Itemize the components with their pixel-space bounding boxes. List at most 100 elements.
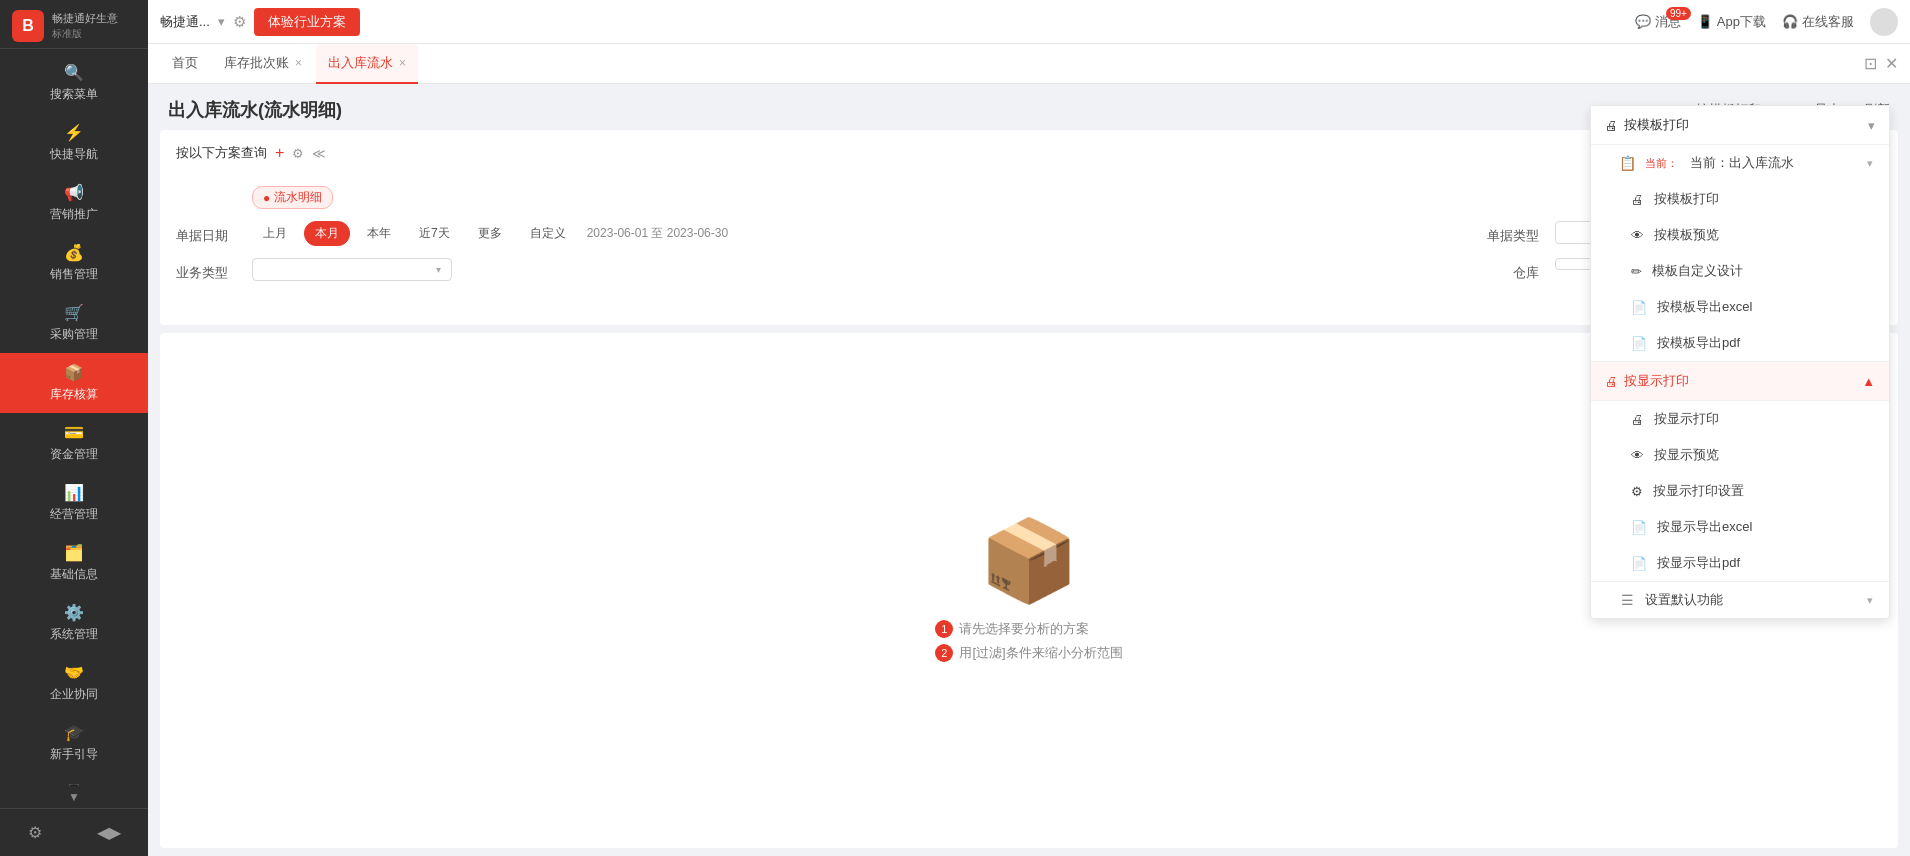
current-label: 当前： [1645,156,1678,171]
online-service-btn[interactable]: 🎧 在线客服 [1782,13,1854,31]
template-preview-item[interactable]: 👁 按模板预览 [1591,217,1889,253]
print-dropdown-panel: 🖨 按模板打印 ▾ 📋 当前： 当前：出入库流水 ▾ 🖨 按模板打印 👁 按模板… [1590,105,1890,619]
printer-section-icon: 🖨 [1605,118,1618,133]
app-name: 畅捷通好生意 [52,11,118,26]
display-preview-item[interactable]: 👁 按显示预览 [1591,437,1889,473]
filter-collapse-btn[interactable]: ≪ [312,146,326,161]
settings-gear-icon[interactable]: ⚙ [233,13,246,31]
step-2-text: 用[过滤]条件来缩小分析范围 [959,644,1122,662]
base-info-icon: 🗂️ [64,543,84,562]
step-2-num: 2 [935,644,953,662]
sidebar-item-sales[interactable]: 💰 销售管理 [0,233,148,293]
template-print-item[interactable]: 🖨 按模板打印 [1591,181,1889,217]
sidebar-item-label: 系统管理 [50,626,98,643]
phone-icon: 📱 [1697,14,1713,29]
sidebar-item-app-center[interactable]: 📱 应用中心 [0,773,148,786]
display-print-item[interactable]: 🖨 按显示打印 [1591,401,1889,437]
filter-settings-btn[interactable]: ⚙ [292,146,304,161]
tab-home[interactable]: 首页 [160,44,210,84]
close-window-icon[interactable]: ✕ [1885,54,1898,73]
app-download-btn[interactable]: 📱 App下载 [1697,13,1766,31]
marketing-icon: 📢 [64,183,84,202]
step-1-num: 1 [935,620,953,638]
default-settings-chevron: ▾ [1867,594,1873,607]
header-right: 💬 消息 99+ 📱 App下载 🎧 在线客服 [1635,8,1898,36]
sidebar-item-label: 采购管理 [50,326,98,343]
settings-footer-icon[interactable]: ⚙ [24,819,46,846]
biz-type-label: 业务类型 [176,258,236,282]
sidebar-item-newbie[interactable]: 🎓 新手引导 [0,713,148,773]
collapse-sidebar-icon[interactable]: ◀▶ [93,819,125,846]
sidebar-footer: ⚙ ◀▶ [0,808,148,856]
app-version: 标准版 [52,27,118,41]
minimize-icon[interactable]: ⊡ [1864,54,1877,73]
tab-stock-batch[interactable]: 库存批次账 × [212,44,314,84]
display-export-excel-item[interactable]: 📄 按显示导出excel [1591,509,1889,545]
date-opt-more[interactable]: 更多 [467,221,513,246]
sidebar-item-search[interactable]: 🔍 搜索菜单 [0,53,148,113]
sidebar-nav: 🔍 搜索菜单 ⚡ 快捷导航 📢 营销推广 💰 销售管理 🛒 采购管理 📦 [0,49,148,786]
warehouse-label: 仓库 [1513,258,1539,282]
display-print-settings-item[interactable]: ⚙ 按显示打印设置 [1591,473,1889,509]
newbie-icon: 🎓 [64,723,84,742]
sidebar-scroll-down[interactable]: ▼ [0,786,148,808]
sidebar-item-operations[interactable]: 📊 经营管理 [0,473,148,533]
date-opt-custom[interactable]: 自定义 [519,221,577,246]
doc-type-label: 单据类型 [1487,221,1539,245]
search-nav-icon: 🔍 [64,63,84,82]
display-print-label: 按显示打印 [1654,410,1719,428]
display-section-label: 按显示打印 [1624,372,1689,390]
date-opt-last-month[interactable]: 上月 [252,221,298,246]
date-opt-this-year[interactable]: 本年 [356,221,402,246]
template-customize-item[interactable]: ✏ 模板自定义设计 [1591,253,1889,289]
user-name: 畅捷通... [160,13,210,31]
app-logo: B 畅捷通好生意 标准版 [0,0,148,49]
date-opt-last-7[interactable]: 近7天 [408,221,461,246]
template-export-excel-icon: 📄 [1631,300,1647,315]
empty-state: 📦 1 请先选择要分析的方案 2 用[过滤]条件来缩小分析范围 [935,514,1122,668]
sidebar-item-system[interactable]: ⚙️ 系统管理 [0,593,148,653]
display-section-chevron[interactable]: ▲ [1862,374,1875,389]
sidebar-item-label: 营销推广 [50,206,98,223]
app-center-icon: 📱 [64,783,84,786]
display-print-settings-icon: ⚙ [1631,484,1643,499]
user-dropdown-icon[interactable]: ▾ [218,14,225,29]
messages-btn[interactable]: 💬 消息 99+ [1635,13,1681,31]
sidebar-item-marketing[interactable]: 📢 营销推广 [0,173,148,233]
sidebar-item-label: 经营管理 [50,506,98,523]
display-export-pdf-item[interactable]: 📄 按显示导出pdf [1591,545,1889,581]
current-template-item[interactable]: 📋 当前： 当前：出入库流水 ▾ [1591,145,1889,181]
trial-button[interactable]: 体验行业方案 [254,8,360,36]
date-filter-label: 单据日期 [176,221,236,245]
sidebar-item-label: 基础信息 [50,566,98,583]
sidebar-item-finance[interactable]: 💳 资金管理 [0,413,148,473]
business-type-select[interactable]: ▾ [252,258,452,281]
template-export-pdf-item[interactable]: 📄 按模板导出pdf [1591,325,1889,361]
sidebar-item-label: 库存核算 [50,386,98,403]
template-preview-icon: 👁 [1631,228,1644,243]
default-settings-label: 设置默认功能 [1645,591,1723,609]
template-customize-label: 模板自定义设计 [1652,262,1743,280]
sidebar: B 畅捷通好生意 标准版 🔍 搜索菜单 ⚡ 快捷导航 📢 营销推广 💰 销售管理 [0,0,148,856]
sidebar-item-inventory[interactable]: 📦 库存核算 [0,353,148,413]
empty-steps-list: 1 请先选择要分析的方案 2 用[过滤]条件来缩小分析范围 [935,620,1122,668]
template-customize-icon: ✏ [1631,264,1642,279]
template-section-chevron[interactable]: ▾ [1868,118,1875,133]
sidebar-item-quick-nav[interactable]: ⚡ 快捷导航 [0,113,148,173]
tab-stock-batch-close[interactable]: × [295,56,302,70]
sidebar-item-purchase[interactable]: 🛒 采购管理 [0,293,148,353]
template-export-excel-item[interactable]: 📄 按模板导出excel [1591,289,1889,325]
default-settings-item[interactable]: ☰ 设置默认功能 ▾ [1591,582,1889,618]
filter-add-btn[interactable]: + [275,144,284,162]
date-opt-this-month[interactable]: 本月 [304,221,350,246]
sidebar-item-cooperation[interactable]: 🤝 企业协同 [0,653,148,713]
avatar[interactable] [1870,8,1898,36]
message-badge: 99+ [1666,7,1691,20]
flow-type-label [176,186,236,192]
tab-stock-flow-close[interactable]: × [399,56,406,70]
sidebar-item-base-info[interactable]: 🗂️ 基础信息 [0,533,148,593]
display-preview-icon: 👁 [1631,448,1644,463]
tab-stock-flow[interactable]: 出入库流水 × [316,44,418,84]
headset-icon: 🎧 [1782,14,1798,29]
operations-icon: 📊 [64,483,84,502]
